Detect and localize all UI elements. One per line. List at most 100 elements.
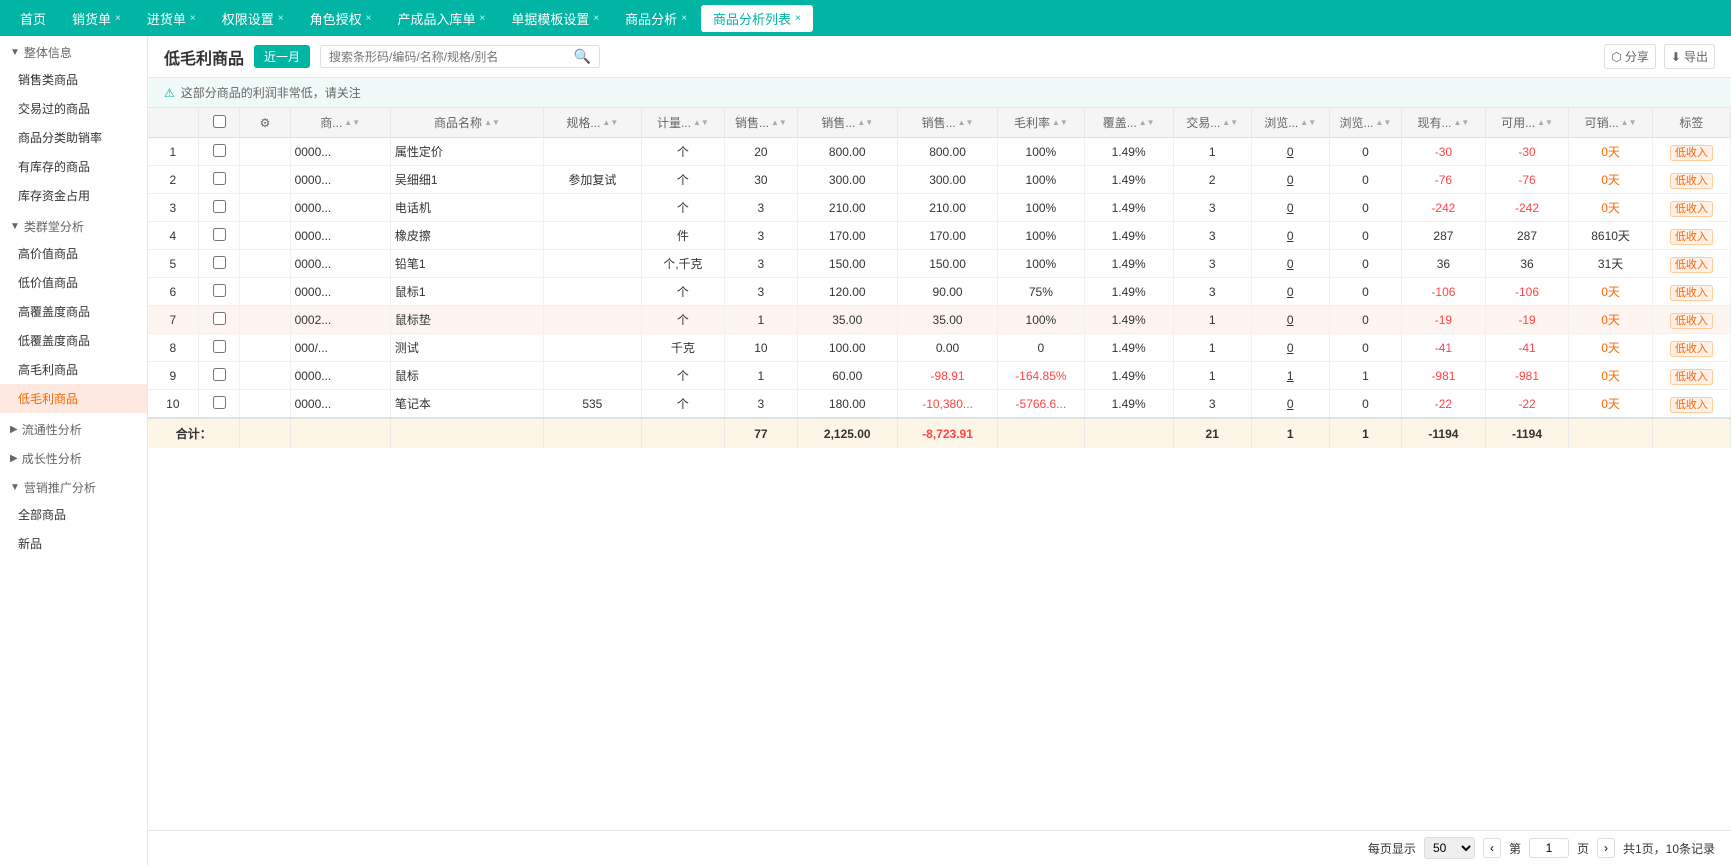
col-header-sales-amt[interactable]: 销售... ▲▼ [797, 108, 897, 138]
row-checkbox[interactable] [213, 368, 226, 381]
col-header-tag[interactable]: 标签 [1652, 108, 1730, 138]
row-checkbox[interactable] [213, 396, 226, 409]
row-checkbox[interactable] [213, 200, 226, 213]
sidebar-item-all-goods[interactable]: 全部商品 [0, 500, 147, 529]
nav-sales-order[interactable]: 销货单 × [60, 5, 133, 32]
col-header-avail[interactable]: 可用... ▲▼ [1485, 108, 1569, 138]
row-settings-cell [240, 278, 290, 306]
col-header-view1[interactable]: 浏览... ▲▼ [1251, 108, 1329, 138]
view1-link[interactable]: 0 [1287, 145, 1294, 159]
close-icon[interactable]: × [366, 13, 372, 24]
row-code: 0000... [290, 390, 390, 419]
row-checkbox[interactable] [213, 284, 226, 297]
row-checkbox[interactable] [213, 340, 226, 353]
nav-product-analysis[interactable]: 商品分析 × [613, 5, 699, 32]
view1-link[interactable]: 0 [1287, 173, 1294, 187]
nav-home[interactable]: 首页 [8, 5, 58, 32]
view1-link[interactable]: 0 [1287, 257, 1294, 271]
col-header-cover[interactable]: 覆盖... ▲▼ [1084, 108, 1173, 138]
row-checkbox[interactable] [213, 228, 226, 241]
nav-purchase-order[interactable]: 进货单 × [135, 5, 208, 32]
sidebar-item-traded-goods[interactable]: 交易过的商品 [0, 94, 147, 123]
view1-link[interactable]: 0 [1287, 229, 1294, 243]
totals-trans: 21 [1173, 418, 1251, 448]
row-checkbox[interactable] [213, 312, 226, 325]
next-page-button[interactable]: › [1597, 838, 1615, 858]
sidebar-item-low-value[interactable]: 低价值商品 [0, 268, 147, 297]
sidebar-item-high-value[interactable]: 高价值商品 [0, 239, 147, 268]
row-avail: -19 [1485, 306, 1569, 334]
sidebar-group-marketing[interactable]: ▼ 营销推广分析 [0, 471, 147, 500]
col-header-settings[interactable]: ⚙ [240, 108, 290, 138]
col-header-view2[interactable]: 浏览... ▲▼ [1329, 108, 1401, 138]
time-filter-button[interactable]: 近一月 [254, 45, 310, 68]
row-code: 0000... [290, 250, 390, 278]
view1-link[interactable]: 1 [1287, 369, 1294, 383]
nav-permission-settings[interactable]: 权限设置 × [210, 5, 296, 32]
sidebar-item-new-goods[interactable]: 新品 [0, 529, 147, 558]
col-header-cur-inv[interactable]: 现有... ▲▼ [1402, 108, 1486, 138]
col-header-saleable[interactable]: 可销... ▲▼ [1569, 108, 1653, 138]
view1-link[interactable]: 0 [1287, 201, 1294, 215]
view1-link[interactable]: 0 [1287, 313, 1294, 327]
tag-badge: 低收入 [1670, 341, 1713, 357]
sidebar-item-capital[interactable]: 库存资金占用 [0, 181, 147, 210]
row-spec: 535 [544, 390, 642, 419]
totals-empty6 [998, 418, 1084, 448]
sidebar-group-overall[interactable]: ▼ 整体信息 [0, 36, 147, 65]
row-view1: 0 [1251, 222, 1329, 250]
page-number-input[interactable] [1529, 838, 1569, 858]
row-tag: 低收入 [1652, 390, 1730, 419]
per-page-select[interactable]: 50 100 200 [1424, 837, 1475, 859]
nav-product-analysis-list[interactable]: 商品分析列表 × [701, 5, 813, 32]
view1-link[interactable]: 0 [1287, 397, 1294, 411]
col-header-sales-qty[interactable]: 销售... ▲▼ [725, 108, 797, 138]
row-no: 2 [148, 166, 198, 194]
close-icon[interactable]: × [795, 13, 801, 24]
export-button[interactable]: ⬇ 导出 [1664, 44, 1715, 69]
view1-link[interactable]: 0 [1287, 285, 1294, 299]
close-icon[interactable]: × [278, 13, 284, 24]
row-view1: 0 [1251, 306, 1329, 334]
row-name: 鼠标 [390, 362, 543, 390]
row-sales-profit: -98.91 [897, 362, 997, 390]
search-input[interactable] [329, 50, 574, 64]
row-cur-inv: -76 [1402, 166, 1486, 194]
row-sales-qty: 3 [725, 194, 797, 222]
close-icon[interactable]: × [593, 13, 599, 24]
nav-template-settings[interactable]: 单据模板设置 × [499, 5, 611, 32]
row-name: 鼠标1 [390, 278, 543, 306]
sidebar-item-low-coverage[interactable]: 低覆盖度商品 [0, 326, 147, 355]
sidebar-group-growth[interactable]: ▶ 成长性分析 [0, 442, 147, 471]
chevron-right-icon: ▶ [10, 424, 18, 435]
col-header-trans[interactable]: 交易... ▲▼ [1173, 108, 1251, 138]
col-header-code[interactable]: 商... ▲▼ [290, 108, 390, 138]
col-header-spec[interactable]: 规格... ▲▼ [544, 108, 642, 138]
close-icon[interactable]: × [479, 13, 485, 24]
nav-finished-goods[interactable]: 产成品入库单 × [385, 5, 497, 32]
close-icon[interactable]: × [681, 13, 687, 24]
sidebar-item-high-margin[interactable]: 高毛利商品 [0, 355, 147, 384]
col-header-name[interactable]: 商品名称 ▲▼ [390, 108, 543, 138]
row-checkbox[interactable] [213, 172, 226, 185]
sidebar-item-in-stock[interactable]: 有库存的商品 [0, 152, 147, 181]
close-icon[interactable]: × [115, 13, 121, 24]
sidebar-group-circulation[interactable]: ▶ 流通性分析 [0, 413, 147, 442]
share-button[interactable]: ⬡ 分享 [1604, 44, 1656, 69]
sidebar-item-high-coverage[interactable]: 高覆盖度商品 [0, 297, 147, 326]
close-icon[interactable]: × [190, 13, 196, 24]
select-all-checkbox[interactable] [213, 115, 226, 128]
sidebar-group-cluster[interactable]: ▼ 类群堂分析 [0, 210, 147, 239]
col-header-sales-profit[interactable]: 销售... ▲▼ [897, 108, 997, 138]
row-sales-amt: 180.00 [797, 390, 897, 419]
nav-role-auth[interactable]: 角色授权 × [298, 5, 384, 32]
prev-page-button[interactable]: ‹ [1483, 838, 1501, 858]
row-checkbox[interactable] [213, 144, 226, 157]
sidebar-item-low-margin[interactable]: 低毛利商品 [0, 384, 147, 413]
row-checkbox[interactable] [213, 256, 226, 269]
col-header-unit[interactable]: 计量... ▲▼ [641, 108, 725, 138]
sidebar-item-category-rate[interactable]: 商品分类助销率 [0, 123, 147, 152]
col-header-gross-rate[interactable]: 毛利率 ▲▼ [998, 108, 1084, 138]
view1-link[interactable]: 0 [1287, 341, 1294, 355]
sidebar-item-sales-goods[interactable]: 销售类商品 [0, 65, 147, 94]
